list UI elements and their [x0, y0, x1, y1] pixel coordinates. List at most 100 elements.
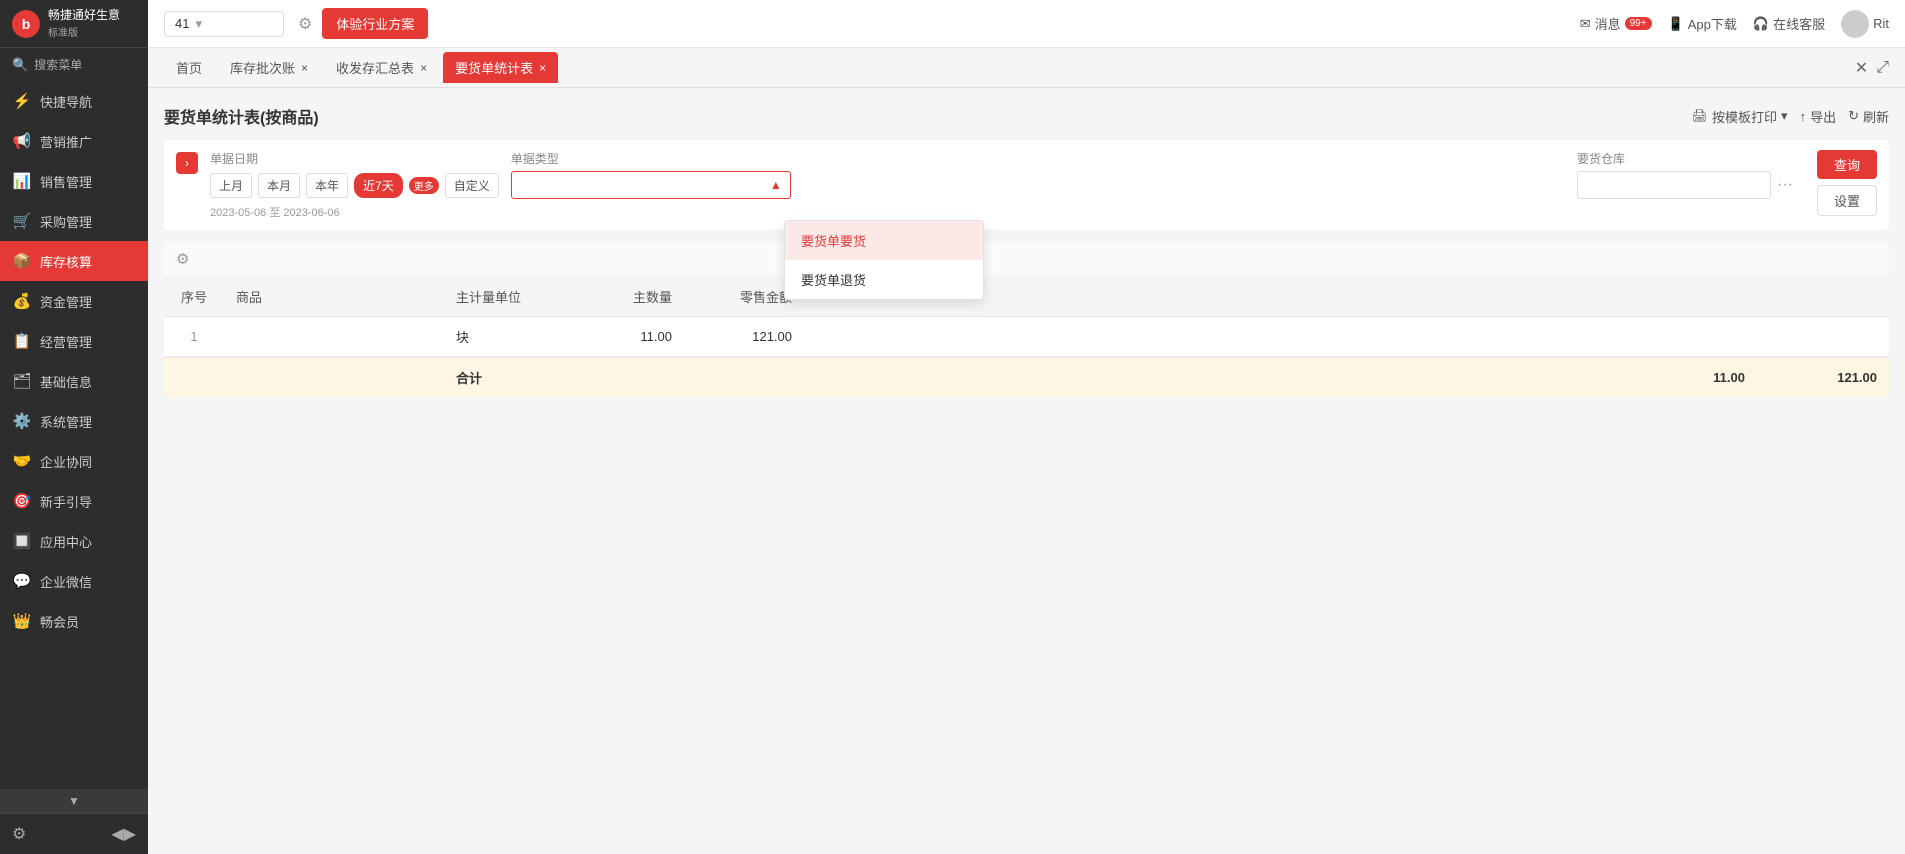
sidebar-item-member[interactable]: 👑 畅会员 — [0, 601, 148, 641]
tab-label: 库存批次账 — [230, 58, 295, 77]
nav-label: 采购管理 — [40, 212, 92, 231]
page-title: 要货单统计表(按商品) — [164, 104, 319, 128]
sidebar-item-business[interactable]: 📋 经营管理 — [0, 321, 148, 361]
dropdown-item-require-goods[interactable]: 要货单要货 — [785, 221, 983, 260]
cell-qty: 11.00 — [564, 317, 684, 357]
export-button[interactable]: ↑ 导出 — [1800, 107, 1837, 126]
table-footer: 合计 11.00 121.00 — [164, 357, 1889, 397]
warehouse-input[interactable] — [1577, 171, 1771, 199]
business-icon: 📋 — [12, 331, 32, 351]
close-window-icon[interactable]: ✕ — [1855, 58, 1868, 78]
tab-order-summary[interactable]: 要货单统计表 × — [443, 52, 558, 83]
collapse-icon[interactable]: ◀▶ — [111, 824, 136, 844]
dropdown-item-return-goods[interactable]: 要货单退货 — [785, 260, 983, 299]
nav-label: 快捷导航 — [40, 92, 92, 111]
dropdown-item-label: 要货单要货 — [801, 234, 866, 249]
date-shortcut-row: 上月 本月 本年 近7天 更多 自定义 — [210, 173, 499, 198]
table-header-row: 序号 商品 主计量单位 主数量 零售金额 — [164, 277, 1889, 317]
warehouse-more-icon[interactable]: ··· — [1777, 176, 1793, 194]
sidebar-item-inventory[interactable]: 📦 库存核算 — [0, 241, 148, 281]
settings-icon[interactable]: ⚙ — [12, 824, 26, 844]
type-dropdown-arrow[interactable]: ▲ — [762, 178, 790, 192]
filter-expand-button[interactable]: › — [176, 152, 198, 174]
date-prev-month[interactable]: 上月 — [210, 173, 252, 198]
type-label: 单据类型 — [511, 150, 791, 167]
sidebar-search[interactable]: 🔍 搜索菜单 — [0, 48, 148, 81]
nav-label: 系统管理 — [40, 412, 92, 431]
basic-icon: 🗂 — [12, 371, 32, 391]
finance-icon: 💰 — [12, 291, 32, 311]
app-center-icon: 🔲 — [12, 531, 32, 551]
tab-home[interactable]: 首页 — [164, 52, 214, 83]
tab-label: 要货单统计表 — [455, 58, 533, 77]
cell-product — [224, 317, 444, 357]
date-more-badge[interactable]: 更多 — [409, 177, 439, 194]
window-controls: ✕ ⤢ — [1855, 58, 1889, 78]
tab-receive-summary[interactable]: 收发存汇总表 × — [324, 52, 439, 83]
store-selector[interactable]: 41 ▾ — [164, 11, 284, 37]
print-icon: 🖨 — [1692, 108, 1709, 124]
sidebar-item-basic[interactable]: 🗂 基础信息 — [0, 361, 148, 401]
app-logo-icon: b — [12, 10, 40, 38]
date-this-month[interactable]: 本月 — [258, 173, 300, 198]
trial-button[interactable]: 体验行业方案 — [322, 8, 428, 39]
col-header-unit: 主计量单位 — [444, 277, 564, 317]
sidebar-item-app-center[interactable]: 🔲 应用中心 — [0, 521, 148, 561]
user-menu[interactable]: Rit — [1841, 10, 1889, 38]
sidebar-item-sales[interactable]: 📊 销售管理 — [0, 161, 148, 201]
tab-close-icon[interactable]: × — [301, 61, 308, 75]
sidebar-item-system[interactable]: ⚙️ 系统管理 — [0, 401, 148, 441]
date-last-7-days[interactable]: 近7天 — [354, 173, 403, 198]
settings-button[interactable]: 设置 — [1817, 185, 1877, 216]
nav-label: 新手引导 — [40, 492, 92, 511]
sidebar-bottom: ⚙ ◀▶ — [0, 813, 148, 854]
nav-label: 资金管理 — [40, 292, 92, 311]
footer-qty: 11.00 — [1637, 370, 1757, 385]
tab-label: 首页 — [176, 58, 202, 77]
guide-icon: 🎯 — [12, 491, 32, 511]
inventory-icon: 📦 — [12, 251, 32, 271]
cell-amount: 121.00 — [684, 317, 804, 357]
corp-wechat-icon: 💬 — [12, 571, 32, 591]
query-button[interactable]: 查询 — [1817, 150, 1877, 179]
page-actions: 🖨 按模板打印 ▾ ↑ 导出 ↻ 刷新 — [1692, 107, 1890, 126]
sidebar-item-quick-nav[interactable]: ⚡ 快捷导航 — [0, 81, 148, 121]
nav-label: 畅会员 — [40, 612, 79, 631]
online-service-button[interactable]: 🎧 在线客服 — [1753, 14, 1825, 33]
sidebar-item-enterprise[interactable]: 🤝 企业协同 — [0, 441, 148, 481]
main-area: 41 ▾ ⚙ 体验行业方案 ✉ 消息 99+ 📱 App下载 🎧 在线客服 R — [148, 0, 1905, 854]
print-template-button[interactable]: 🖨 按模板打印 ▾ — [1692, 107, 1788, 126]
maximize-window-icon[interactable]: ⤢ — [1876, 59, 1889, 77]
tabbar: 首页 库存批次账 × 收发存汇总表 × 要货单统计表 × ✕ ⤢ — [148, 48, 1905, 88]
sidebar-item-purchase[interactable]: 🛒 采购管理 — [0, 201, 148, 241]
data-table-wrapper: ⚙ 序号 商品 主计量单位 主数量 零售金额 — [164, 242, 1889, 397]
sidebar-scroll-down[interactable]: ▼ — [0, 789, 148, 813]
cell-unit: 块 — [444, 317, 564, 357]
type-input[interactable] — [512, 178, 762, 193]
sidebar-item-finance[interactable]: 💰 资金管理 — [0, 281, 148, 321]
app-download-label: App下载 — [1688, 14, 1737, 33]
chevron-down-icon: ▾ — [1781, 108, 1788, 124]
messages-button[interactable]: ✉ 消息 99+ — [1580, 14, 1652, 33]
nav-label: 企业协同 — [40, 452, 92, 471]
sidebar-item-corp-wechat[interactable]: 💬 企业微信 — [0, 561, 148, 601]
app-download-button[interactable]: 📱 App下载 — [1668, 14, 1737, 33]
sidebar-item-guide[interactable]: 🎯 新手引导 — [0, 481, 148, 521]
col-header-product: 商品 — [224, 277, 444, 317]
date-custom[interactable]: 自定义 — [445, 173, 499, 198]
brand-sub: 标准版 — [48, 24, 120, 39]
tab-close-icon[interactable]: × — [420, 61, 427, 75]
sidebar-item-marketing[interactable]: 📢 营销推广 — [0, 121, 148, 161]
footer-label: 合计 — [176, 368, 1637, 387]
warehouse-input-row: ··· — [1577, 171, 1793, 199]
table-settings-icon[interactable]: ⚙ — [176, 250, 189, 268]
topbar-gear-icon[interactable]: ⚙ — [298, 14, 312, 34]
date-this-year[interactable]: 本年 — [306, 173, 348, 198]
table-toolbar: ⚙ — [164, 242, 1889, 277]
tab-inventory-batch[interactable]: 库存批次账 × — [218, 52, 320, 83]
refresh-button[interactable]: ↻ 刷新 — [1848, 107, 1889, 126]
sidebar: b 畅捷通好生意 标准版 🔍 搜索菜单 ⚡ 快捷导航 📢 营销推广 📊 销售管理… — [0, 0, 148, 854]
nav-label: 营销推广 — [40, 132, 92, 151]
tab-close-icon[interactable]: × — [539, 61, 546, 75]
enterprise-icon: 🤝 — [12, 451, 32, 471]
